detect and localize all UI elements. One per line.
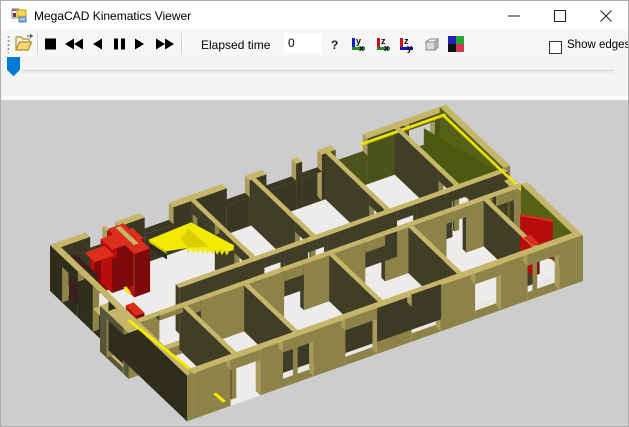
svg-text:x: x xyxy=(359,43,364,53)
svg-text:x: x xyxy=(384,43,389,53)
svg-text:y: y xyxy=(407,43,412,53)
